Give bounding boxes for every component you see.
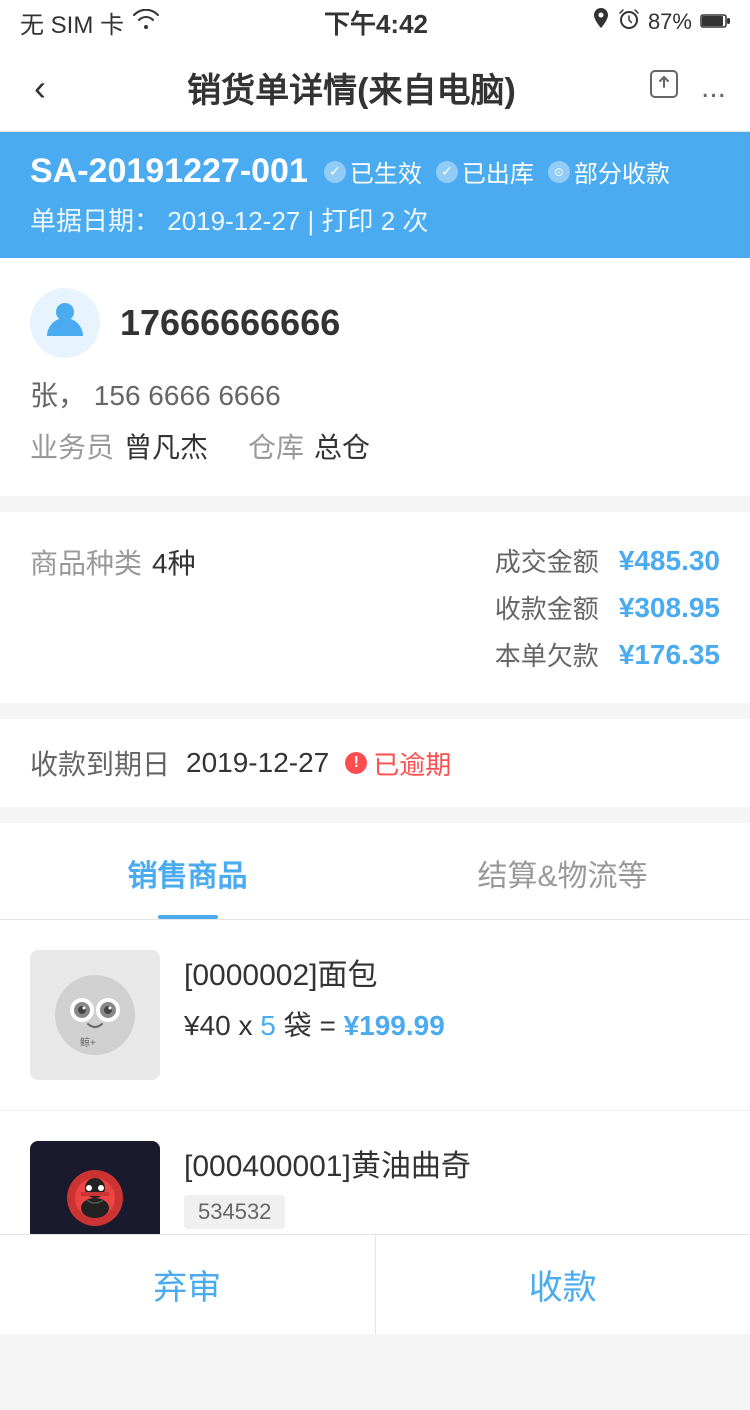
status-time: 下午4:42 [324,4,428,41]
svg-text:鲸+: 鲸+ [80,1036,96,1049]
overdue-exclamation-icon: ! [345,752,367,774]
badge-shipped: ✓ 已出库 [436,154,534,189]
order-status-badges: ✓ 已生效 ✓ 已出库 ⊙ 部分收款 [324,154,670,189]
badge-effective: ✓ 已生效 [324,154,422,189]
order-date-row: 单据日期： 2019-12-27 | 打印 2 次 [30,201,720,238]
customer-name-text: 张， [30,380,86,411]
nav-actions: ... [647,67,726,108]
received-amount-value: ¥308.95 [619,592,720,624]
received-amount-row: 收款金额 ¥308.95 [495,589,720,626]
bottom-bar: 弃审 收款 [0,1234,750,1334]
salesperson-label: 业务员 [30,426,114,466]
warehouse-label: 仓库 [248,426,304,466]
badge-partial-payment: ⊙ 部分收款 [548,154,670,189]
print-separator: | 打印 [307,206,380,236]
deal-amount-row: 成交金额 ¥485.30 [495,542,720,579]
alarm-icon [618,8,640,36]
product-name-cookie: [000400001]黄油曲奇 [184,1141,720,1185]
summary-right: 成交金额 ¥485.30 收款金额 ¥308.95 本单欠款 ¥176.35 [495,542,720,673]
tab-settlement[interactable]: 结算&物流等 [375,823,750,919]
deal-amount-value: ¥485.30 [619,545,720,577]
due-date-value: 2019-12-27 [186,747,329,779]
tabs-row: 销售商品 结算&物流等 [0,823,750,920]
print-suffix: 次 [402,206,428,236]
customer-section: 17666666666 张， 156 6666 6666 业务员 曾凡杰 仓库 … [0,258,750,496]
product-price-bread: ¥40 x 5 袋 = ¥199.99 [184,1004,720,1044]
summary-section: 商品种类 4种 成交金额 ¥485.30 收款金额 ¥308.95 本单欠款 ¥… [0,512,750,703]
owed-label: 本单欠款 [495,636,599,673]
warehouse-item: 仓库 总仓 [248,426,370,466]
product-item: 鲸+ [0000002]面包 ¥40 x 5 袋 = ¥199.99 [0,920,750,1111]
more-button[interactable]: ... [701,71,726,105]
tabs-section: 销售商品 结算&物流等 [0,823,750,920]
deal-amount-label: 成交金额 [495,542,599,579]
summary-left: 商品种类 4种 [30,542,196,582]
product-image-bread: 鲸+ [30,950,160,1080]
battery-text: 87% [648,9,692,35]
order-id: SA-20191227-001 [30,152,308,191]
person-icon [43,296,87,350]
received-label: 收款金额 [495,589,599,626]
customer-alt-phone: 156 6666 6666 [94,380,281,411]
overdue-label-text: 已逾期 [373,745,451,782]
cancel-review-button[interactable]: 弃审 [0,1235,376,1334]
customer-name-phone: 张， 156 6666 6666 [30,374,720,414]
check-icon-2: ✓ [436,161,458,183]
status-bar: 无 SIM 卡 下午4:42 87% [0,0,750,44]
owed-amount-row: 本单欠款 ¥176.35 [495,636,720,673]
clock-icon: ⊙ [548,161,570,183]
order-header: SA-20191227-001 ✓ 已生效 ✓ 已出库 ⊙ 部分收款 单据日期：… [0,132,750,258]
product-types-row: 商品种类 4种 [30,542,196,582]
battery-icon [700,9,730,35]
collect-payment-button[interactable]: 收款 [376,1235,750,1334]
avatar [30,288,100,358]
status-carrier: 无 SIM 卡 [20,5,160,40]
types-value: 4种 [152,542,196,582]
salesperson-item: 业务员 曾凡杰 [30,426,208,466]
location-icon [592,8,610,36]
date-label: 单据日期： [30,206,160,236]
product-info-bread: [0000002]面包 ¥40 x 5 袋 = ¥199.99 [184,950,720,1044]
order-date-value: 2019-12-27 [167,206,300,236]
customer-phone: 17666666666 [120,302,340,344]
back-button[interactable]: ‹ [24,57,56,119]
page-title: 销货单详情(来自电脑) [56,63,647,112]
product-batch-tag: 534532 [184,1195,285,1229]
salesperson-value: 曾凡杰 [124,426,208,466]
tab-sales-products[interactable]: 销售商品 [0,823,375,919]
product-name-bread: [0000002]面包 [184,950,720,994]
status-right-icons: 87% [592,8,730,36]
due-date-label: 收款到期日 [30,743,170,783]
share-button[interactable] [647,67,681,108]
wifi-icon [132,8,160,36]
types-label: 商品种类 [30,542,142,582]
overdue-badge: ! 已逾期 [345,745,451,782]
owed-amount-value: ¥176.35 [619,639,720,671]
warehouse-value: 总仓 [314,426,370,466]
overdue-section: 收款到期日 2019-12-27 ! 已逾期 [0,719,750,807]
nav-bar: ‹ 销货单详情(来自电脑) ... [0,44,750,132]
print-count: 2 [381,206,395,236]
check-icon-1: ✓ [324,161,346,183]
carrier-text: 无 SIM 卡 [20,5,124,40]
customer-meta: 业务员 曾凡杰 仓库 总仓 [30,426,720,466]
